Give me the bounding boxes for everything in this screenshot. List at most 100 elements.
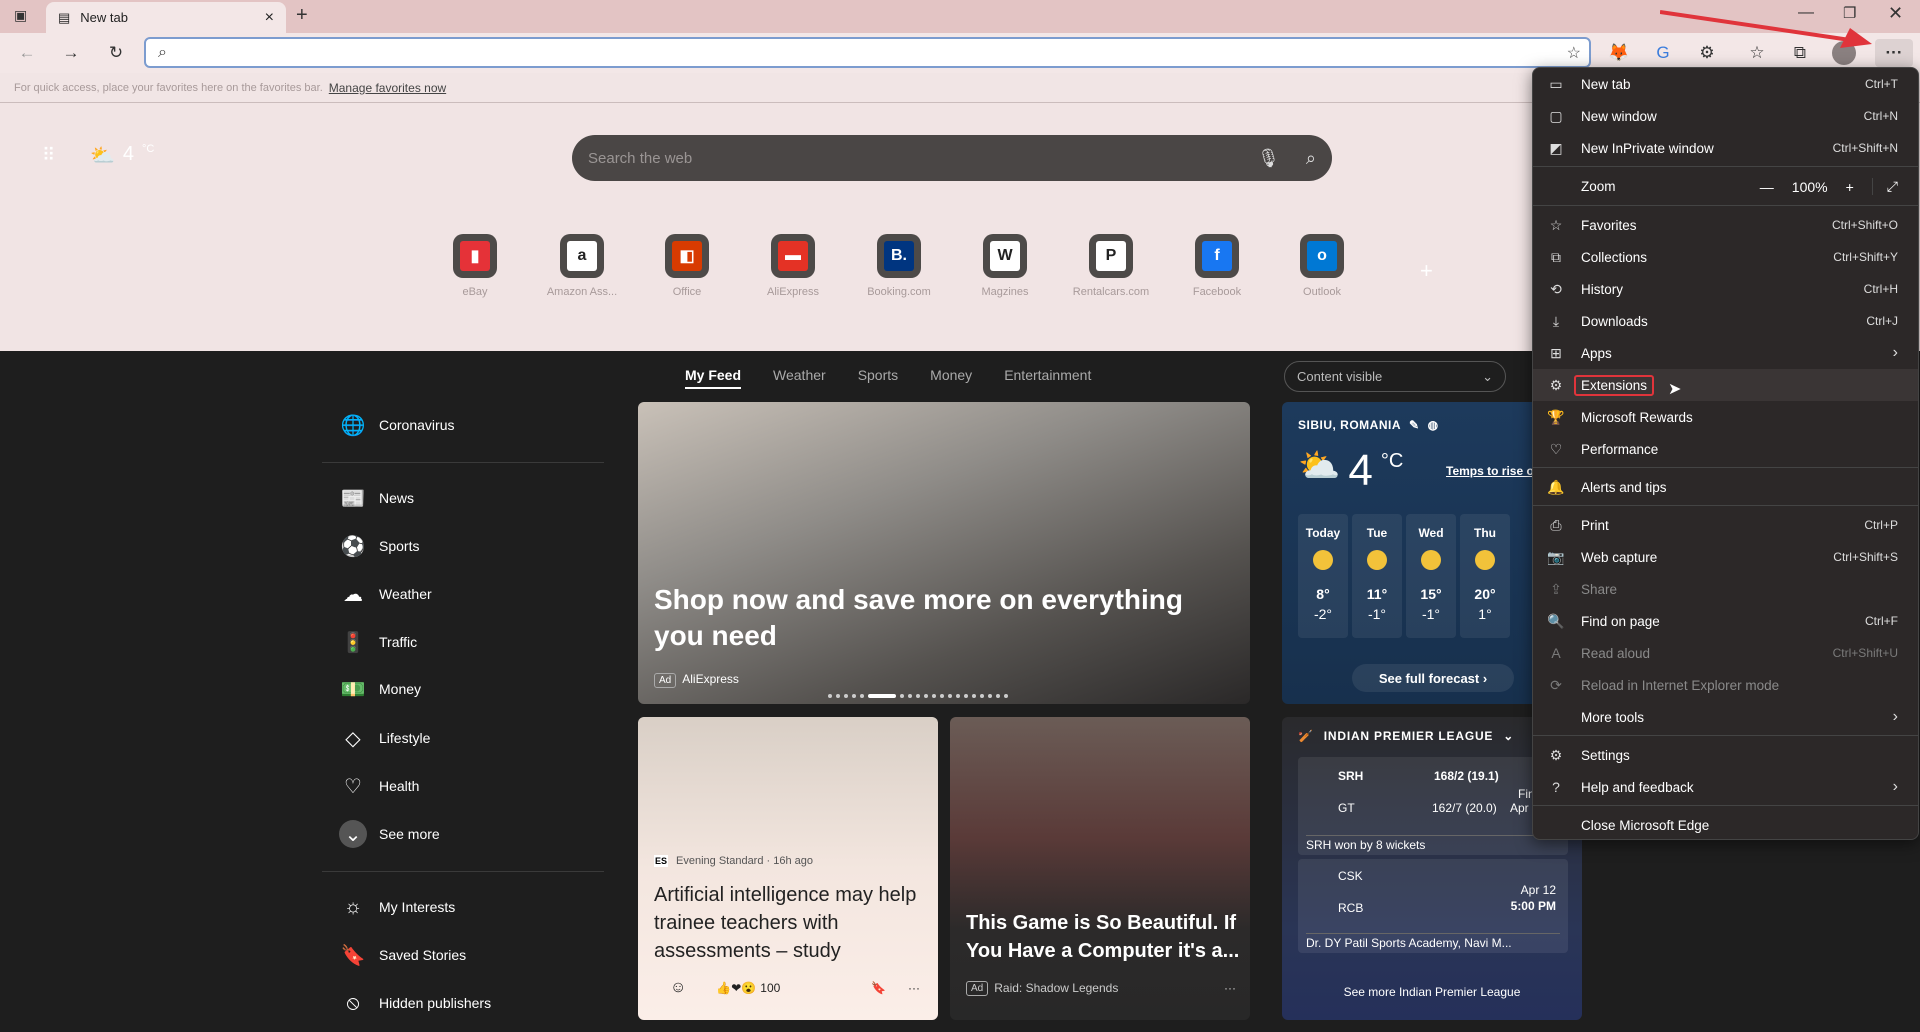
close-tab-icon[interactable]: × <box>265 9 274 27</box>
menu-item-print[interactable]: ⎙ Print Ctrl+P <box>1533 509 1918 541</box>
web-search-box[interactable]: Search the web 🎙 ⌕ <box>572 135 1332 181</box>
menu-item-settings[interactable]: ⚙ Settings <box>1533 739 1918 771</box>
back-button[interactable]: ← <box>12 39 42 67</box>
carousel-dot[interactable] <box>940 694 944 698</box>
weather-summary-link[interactable]: Temps to rise o <box>1446 464 1534 478</box>
menu-item-new-tab[interactable]: ▭ New tab Ctrl+T <box>1533 68 1918 100</box>
match-srh-gt[interactable]: SRH 168/2 (19.1) GT 162/7 (20.0) Fina Ap… <box>1298 757 1568 855</box>
menu-item-microsoft-rewards[interactable]: 🏆 Microsoft Rewards <box>1533 401 1918 433</box>
sidebar-item-news[interactable]: 📰 News <box>339 484 414 512</box>
hero-card[interactable]: Shop now and save more on everything you… <box>638 402 1250 704</box>
sidebar-item-my-interests[interactable]: ☼ My Interests <box>339 893 455 921</box>
carousel-dot[interactable] <box>1004 694 1008 698</box>
forecast-day[interactable]: Today 8° -2° <box>1298 514 1348 638</box>
tab-money[interactable]: Money <box>930 367 972 389</box>
menu-item-performance[interactable]: ♡ Performance <box>1533 433 1918 465</box>
shortcut-aliexpress[interactable]: ▬ AliExpress <box>748 234 838 298</box>
carousel-dot[interactable] <box>852 694 856 698</box>
shortcut-facebook[interactable]: f Facebook <box>1172 234 1262 298</box>
sidebar-item-sports[interactable]: ⚽ Sports <box>339 532 420 560</box>
sidebar-item-see-more[interactable]: ⌄ See more <box>339 820 440 848</box>
menu-item-extensions[interactable]: ⚙ Extensions <box>1533 369 1918 401</box>
menu-item-history[interactable]: ⟲ History Ctrl+H <box>1533 273 1918 305</box>
carousel-dot[interactable] <box>996 694 1000 698</box>
address-bar[interactable]: ⌕ ☆ <box>144 37 1591 68</box>
more-options-icon[interactable]: ··· <box>1224 981 1236 996</box>
menu-item-web-capture[interactable]: 📷 Web capture Ctrl+Shift+S <box>1533 541 1918 573</box>
metamask-extension-icon[interactable]: 🦊 <box>1604 39 1634 67</box>
add-shortcut-button[interactable]: + <box>1420 258 1433 284</box>
sidebar-item-lifestyle[interactable]: ◇ Lifestyle <box>339 724 430 752</box>
menu-item-downloads[interactable]: ⤓ Downloads Ctrl+J <box>1533 305 1918 337</box>
carousel-dots[interactable] <box>828 694 1008 698</box>
sidebar-item-saved-stories[interactable]: 🔖 Saved Stories <box>339 941 467 969</box>
menu-item-favorites[interactable]: ☆ Favorites Ctrl+Shift+O <box>1533 209 1918 241</box>
shortcut-outlook[interactable]: o Outlook <box>1277 234 1367 298</box>
add-favorite-icon[interactable]: ☆ <box>1567 43 1581 63</box>
content-visibility-dropdown[interactable]: Content visible ⌄ <box>1284 361 1506 392</box>
chevron-down-icon[interactable]: ⌄ <box>1503 729 1514 743</box>
menu-item-help-and-feedback[interactable]: ? Help and feedback › <box>1533 771 1918 803</box>
fullscreen-icon[interactable]: ⤢ <box>1871 178 1898 195</box>
carousel-dot[interactable] <box>908 694 912 698</box>
carousel-dot[interactable] <box>956 694 960 698</box>
carousel-dot[interactable] <box>964 694 968 698</box>
shortcut-office[interactable]: ◧ Office <box>642 234 732 298</box>
tab-new-tab[interactable]: ▤ New tab × <box>46 2 286 33</box>
app-launcher-icon[interactable]: ⠿ <box>42 145 55 166</box>
sidebar-item-health[interactable]: ♡ Health <box>339 772 419 800</box>
add-reaction-icon[interactable]: ☺ <box>670 979 686 997</box>
menu-item-read-aloud[interactable]: A Read aloud Ctrl+Shift+U <box>1533 637 1918 669</box>
menu-item-alerts-and-tips[interactable]: 🔔 Alerts and tips <box>1533 471 1918 503</box>
shortcut-magzines[interactable]: W Magzines <box>960 234 1050 298</box>
news-card[interactable]: ES Evening Standard · 16h ago Artificial… <box>638 717 938 1020</box>
sidebar-item-coronavirus[interactable]: 🌐 Coronavirus <box>339 411 455 439</box>
sidebar-item-weather[interactable]: ☁ Weather <box>339 580 432 608</box>
ad-card[interactable]: This Game is So Beautiful. If You Have a… <box>950 717 1250 1020</box>
close-window-button[interactable]: ✕ <box>1888 3 1903 24</box>
see-more-ipl-link[interactable]: See more Indian Premier League <box>1282 985 1582 999</box>
carousel-dot[interactable] <box>900 694 904 698</box>
edit-location-icon[interactable]: ✎ <box>1409 418 1420 432</box>
carousel-dot[interactable] <box>980 694 984 698</box>
microphone-icon[interactable]: 🎙 <box>1257 148 1280 169</box>
more-options-icon[interactable]: ··· <box>908 981 920 995</box>
map-icon[interactable]: ◍ <box>1428 418 1439 432</box>
settings-and-more-button[interactable]: ··· <box>1875 39 1913 67</box>
carousel-dot[interactable] <box>972 694 976 698</box>
menu-item-find-on-page[interactable]: 🔍 Find on page Ctrl+F <box>1533 605 1918 637</box>
menu-item-new-inprivate-window[interactable]: ◩ New InPrivate window Ctrl+Shift+N <box>1533 132 1918 164</box>
tab-weather[interactable]: Weather <box>773 367 826 389</box>
menu-item-apps[interactable]: ⊞ Apps › <box>1533 337 1918 369</box>
forecast-day[interactable]: Tue 11° -1° <box>1352 514 1402 638</box>
carousel-dot[interactable] <box>860 694 864 698</box>
menu-item-reload-in-internet-explorer-mode[interactable]: ⟳ Reload in Internet Explorer mode <box>1533 669 1918 701</box>
bookmark-icon[interactable]: 🔖 <box>871 981 886 995</box>
shortcut-ebay[interactable]: ▮ eBay <box>430 234 520 298</box>
carousel-dot[interactable] <box>868 694 896 698</box>
shortcut-rentalcars-com[interactable]: P Rentalcars.com <box>1066 234 1156 298</box>
see-full-forecast-button[interactable]: See full forecast › <box>1352 664 1514 692</box>
carousel-dot[interactable] <box>988 694 992 698</box>
carousel-dot[interactable] <box>828 694 832 698</box>
zoom-out-button[interactable]: — <box>1760 179 1774 195</box>
forecast-day[interactable]: Wed 15° -1° <box>1406 514 1456 638</box>
carousel-dot[interactable] <box>916 694 920 698</box>
tab-entertainment[interactable]: Entertainment <box>1004 367 1091 389</box>
menu-item-share[interactable]: ⇪ Share <box>1533 573 1918 605</box>
menu-item-collections[interactable]: ⧉ Collections Ctrl+Shift+Y <box>1533 241 1918 273</box>
weather-widget[interactable]: ⛅ 4 °C <box>90 143 154 168</box>
refresh-button[interactable]: ↻ <box>101 39 131 67</box>
tab-sports[interactable]: Sports <box>858 367 898 389</box>
tab-my-feed[interactable]: My Feed <box>685 367 742 389</box>
sidebar-item-money[interactable]: 💵 Money <box>339 675 421 703</box>
search-icon[interactable]: ⌕ <box>1306 148 1316 169</box>
shortcut-booking-com[interactable]: B. Booking.com <box>854 234 944 298</box>
menu-item-new-window[interactable]: ▢ New window Ctrl+N <box>1533 100 1918 132</box>
manage-favorites-link[interactable]: Manage favorites now <box>329 81 446 95</box>
carousel-dot[interactable] <box>844 694 848 698</box>
carousel-dot[interactable] <box>948 694 952 698</box>
sidebar-item-hidden-publishers[interactable]: ⦸ Hidden publishers <box>339 989 491 1017</box>
shortcut-amazon-ass[interactable]: a Amazon Ass... <box>537 234 627 298</box>
zoom-in-button[interactable]: + <box>1846 179 1854 195</box>
